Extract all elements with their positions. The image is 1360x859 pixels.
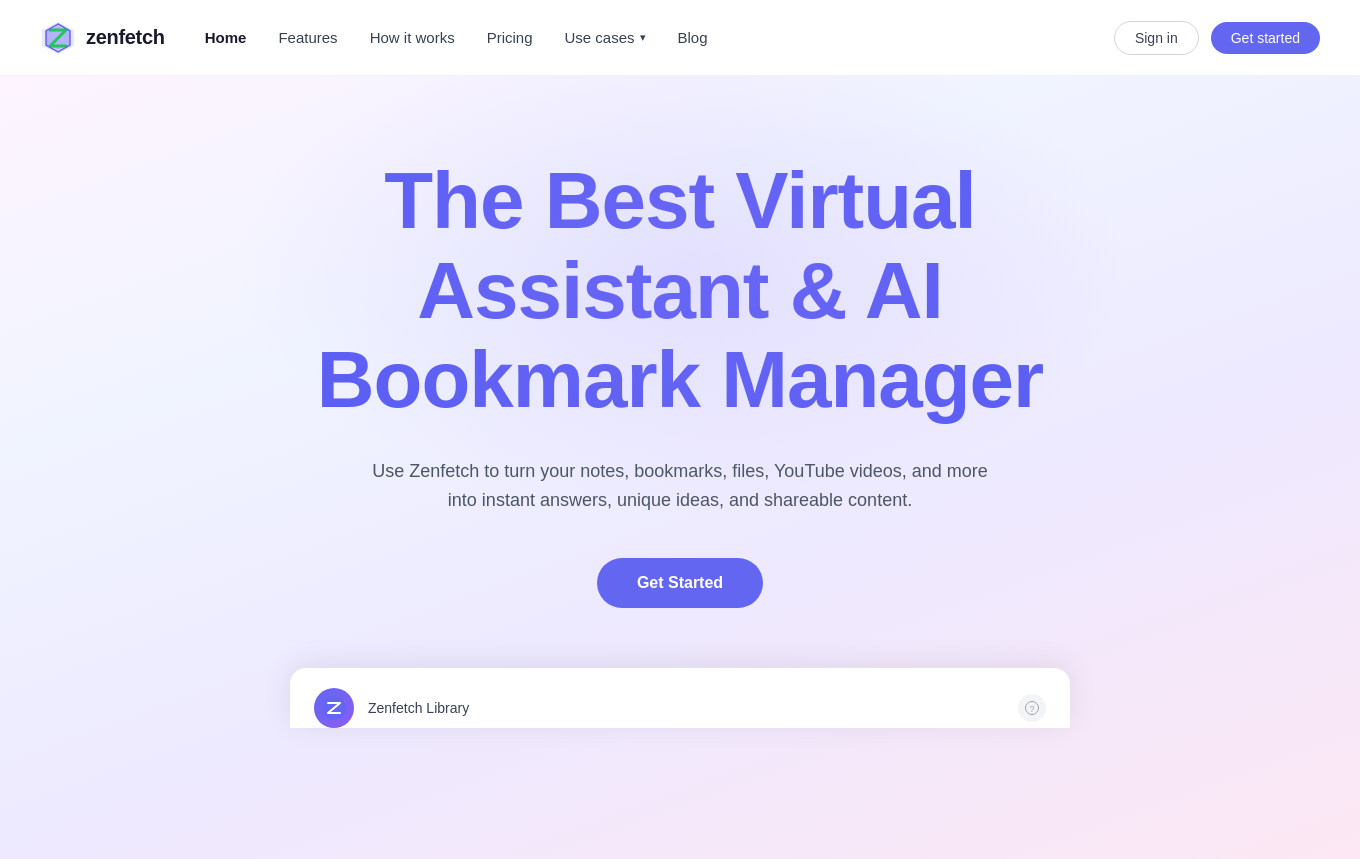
nav-right: Sign in Get started xyxy=(1114,21,1320,55)
get-started-nav-button[interactable]: Get started xyxy=(1211,22,1320,54)
nav-link-how-it-works[interactable]: How it works xyxy=(370,29,455,46)
hero-title-line2: Assistant & AI xyxy=(417,246,942,335)
avatar-icon xyxy=(322,696,346,720)
hero-title: The Best Virtual Assistant & AI Bookmark… xyxy=(317,156,1043,425)
hero-cta-button[interactable]: Get Started xyxy=(597,558,763,608)
hero-subtitle: Use Zenfetch to turn your notes, bookmar… xyxy=(370,457,990,515)
logo-text: zenfetch xyxy=(86,26,165,49)
nav-link-use-cases-label: Use cases xyxy=(565,29,635,46)
app-preview: Zenfetch Library ? xyxy=(290,668,1070,728)
hero-title-line1: The Best Virtual xyxy=(384,156,976,245)
preview-action-icon[interactable]: ? xyxy=(1018,694,1046,722)
question-icon: ? xyxy=(1025,701,1039,715)
navbar: zenfetch Home Features How it works Pric… xyxy=(0,0,1360,76)
avatar xyxy=(314,688,354,728)
nav-link-blog[interactable]: Blog xyxy=(678,29,708,46)
preview-library-label: Zenfetch Library xyxy=(368,700,469,716)
nav-link-pricing[interactable]: Pricing xyxy=(487,29,533,46)
hero-title-line3: Bookmark Manager xyxy=(317,335,1043,424)
nav-link-home[interactable]: Home xyxy=(205,29,247,46)
chevron-down-icon: ▾ xyxy=(640,31,646,44)
logo-link[interactable]: zenfetch xyxy=(40,20,165,56)
sign-in-button[interactable]: Sign in xyxy=(1114,21,1199,55)
nav-link-features[interactable]: Features xyxy=(278,29,337,46)
logo-icon xyxy=(40,20,76,56)
hero-section: The Best Virtual Assistant & AI Bookmark… xyxy=(0,76,1360,859)
nav-link-use-cases[interactable]: Use cases ▾ xyxy=(565,29,646,46)
svg-text:?: ? xyxy=(1029,704,1034,714)
nav-links: Home Features How it works Pricing Use c… xyxy=(205,29,708,46)
nav-left: zenfetch Home Features How it works Pric… xyxy=(40,20,708,56)
